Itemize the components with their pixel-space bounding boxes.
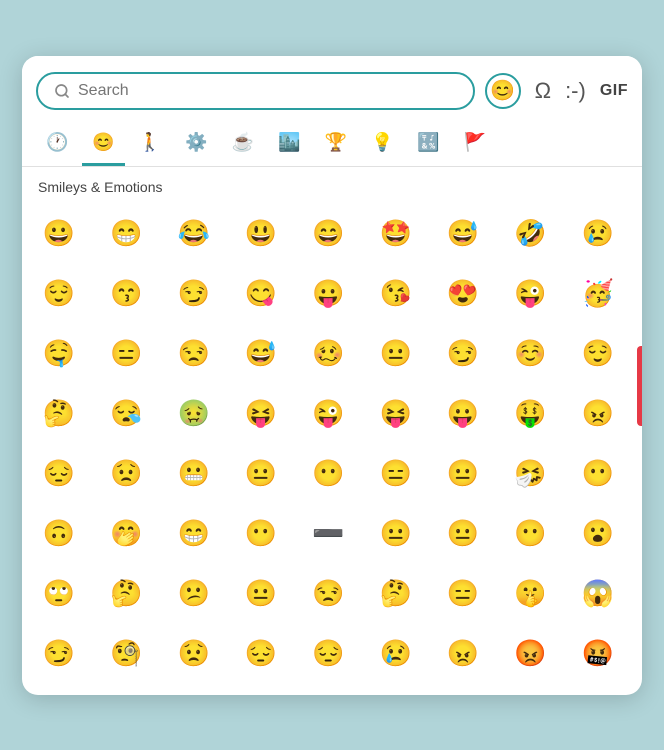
category-tabs: 🕐 😊 🚶 ⚙️ ☕ 🏙️ 🏆 💡 🔣 🚩 — [22, 120, 642, 167]
search-icon — [54, 83, 70, 99]
emoji-cell[interactable]: 😶 — [232, 505, 290, 563]
tab-people[interactable]: 🚶 — [129, 124, 171, 166]
emoji-cell[interactable]: 😔 — [232, 625, 290, 683]
tab-food[interactable]: ☕ — [222, 124, 264, 166]
emoji-cell[interactable]: 😔 — [30, 445, 88, 503]
emoji-cell[interactable]: 😪 — [97, 385, 155, 443]
tab-symbols[interactable]: 💡 — [361, 124, 403, 166]
emoji-cell[interactable]: 🙄 — [30, 565, 88, 623]
tab-objects[interactable]: 🏆 — [315, 124, 357, 166]
emoji-cell[interactable]: 😂 — [165, 205, 223, 263]
emoji-cell[interactable]: 🤧 — [501, 445, 559, 503]
emoji-cell[interactable]: 🙃 — [30, 505, 88, 563]
picker-body: 😀😁😂😃😄🤩😅🤣😢😌😙😏😋😛😘😍😜🥳🤤😑😒😅🥴😐😏☺️😌🤔😪🤢😝😜😝😛🤑😠😔😟😬… — [22, 201, 642, 687]
emoji-cell[interactable]: 😕 — [165, 565, 223, 623]
emoji-cell[interactable]: 😛 — [434, 385, 492, 443]
emoji-cell[interactable]: 🤫 — [501, 565, 559, 623]
tab-activities[interactable]: ⚙️ — [175, 124, 217, 166]
emoji-cell[interactable]: 😐 — [232, 445, 290, 503]
emoji-cell[interactable]: 🤩 — [367, 205, 425, 263]
emoji-cell[interactable]: 😍 — [434, 265, 492, 323]
header-icons: 😊 Ω :-) GIF — [485, 73, 628, 109]
emoji-cell[interactable]: 😒 — [299, 565, 357, 623]
emoji-cell[interactable]: ➖ — [299, 505, 357, 563]
emoji-cell[interactable]: 😶 — [299, 445, 357, 503]
emoji-cell[interactable]: 😐 — [232, 565, 290, 623]
emoji-cell[interactable]: 😐 — [434, 445, 492, 503]
emoji-cell[interactable]: 🥴 — [299, 325, 357, 383]
emoji-cell[interactable]: 🤣 — [501, 205, 559, 263]
emoji-cell[interactable]: 😠 — [569, 385, 627, 443]
emoji-cell[interactable]: 😛 — [299, 265, 357, 323]
emoji-cell[interactable]: 😮 — [569, 505, 627, 563]
emoji-cell[interactable]: 😐 — [367, 325, 425, 383]
emoji-cell[interactable]: 😅 — [232, 325, 290, 383]
emoji-cell[interactable]: 🤑 — [501, 385, 559, 443]
emoji-cell[interactable]: 🤭 — [97, 505, 155, 563]
emoji-cell[interactable]: 😔 — [299, 625, 357, 683]
emoji-cell[interactable]: 🥳 — [569, 265, 627, 323]
header: 😊 Ω :-) GIF — [22, 56, 642, 120]
emoji-cell[interactable]: 😙 — [97, 265, 155, 323]
scroll-indicator — [637, 346, 642, 426]
emoji-cell[interactable]: 😜 — [299, 385, 357, 443]
emoji-cell[interactable]: 😶 — [501, 505, 559, 563]
emoji-cell[interactable]: 😘 — [367, 265, 425, 323]
emoji-face-button[interactable]: 😊 — [485, 73, 521, 109]
tab-smileys[interactable]: 😊 — [82, 124, 124, 166]
emoji-cell[interactable]: 😑 — [434, 565, 492, 623]
section-label: Smileys & Emotions — [22, 167, 642, 201]
emoji-cell[interactable]: 😑 — [97, 325, 155, 383]
search-box[interactable] — [36, 72, 475, 110]
emoji-cell[interactable]: 😁 — [165, 505, 223, 563]
emoji-cell[interactable]: 😡 — [501, 625, 559, 683]
emoji-picker: 😊 Ω :-) GIF 🕐 😊 🚶 ⚙️ ☕ 🏙️ 🏆 💡 🔣 🚩 Smiley… — [22, 56, 642, 695]
emoji-cell[interactable]: 😌 — [30, 265, 88, 323]
emoji-cell[interactable]: 😬 — [165, 445, 223, 503]
emoji-cell[interactable]: 🤔 — [30, 385, 88, 443]
emoji-cell[interactable]: 🤬 — [569, 625, 627, 683]
emoji-cell[interactable]: 🤤 — [30, 325, 88, 383]
emoji-cell[interactable]: 😐 — [367, 505, 425, 563]
emoji-cell[interactable]: ☺️ — [501, 325, 559, 383]
emoji-cell[interactable]: 😏 — [30, 625, 88, 683]
text-smiley-button[interactable]: :-) — [565, 78, 586, 104]
emoji-cell[interactable]: 😜 — [501, 265, 559, 323]
emoji-cell[interactable]: 😢 — [367, 625, 425, 683]
emoji-cell[interactable]: 😠 — [434, 625, 492, 683]
emoji-cell[interactable]: 😅 — [434, 205, 492, 263]
emoji-cell[interactable]: 😁 — [97, 205, 155, 263]
emoji-cell[interactable]: 😏 — [434, 325, 492, 383]
emoji-cell[interactable]: 🤢 — [165, 385, 223, 443]
emoji-cell[interactable]: 🤔 — [97, 565, 155, 623]
omega-button[interactable]: Ω — [535, 78, 551, 104]
emoji-cell[interactable]: 😝 — [232, 385, 290, 443]
emoji-cell[interactable]: 😐 — [434, 505, 492, 563]
emoji-cell[interactable]: 😀 — [30, 205, 88, 263]
emoji-cell[interactable]: 😏 — [165, 265, 223, 323]
emoji-cell[interactable]: 😶 — [569, 445, 627, 503]
emoji-cell[interactable]: 😝 — [367, 385, 425, 443]
emoji-cell[interactable]: 😒 — [165, 325, 223, 383]
emoji-cell[interactable]: 😄 — [299, 205, 357, 263]
emoji-grid: 😀😁😂😃😄🤩😅🤣😢😌😙😏😋😛😘😍😜🥳🤤😑😒😅🥴😐😏☺️😌🤔😪🤢😝😜😝😛🤑😠😔😟😬… — [22, 201, 642, 687]
emoji-cell[interactable]: 😟 — [97, 445, 155, 503]
search-input[interactable] — [78, 82, 457, 100]
tab-flags[interactable]: 🚩 — [454, 124, 496, 166]
emoji-cell[interactable]: 🤔 — [367, 565, 425, 623]
emoji-cell[interactable]: 😱 — [569, 565, 627, 623]
emoji-cell[interactable]: 🧐 — [97, 625, 155, 683]
emoji-cell[interactable]: 😋 — [232, 265, 290, 323]
tab-recent[interactable]: 🕐 — [36, 124, 78, 166]
tab-travel[interactable]: 🏙️ — [268, 124, 310, 166]
gif-button[interactable]: GIF — [600, 82, 628, 100]
emoji-cell[interactable]: 😟 — [165, 625, 223, 683]
tab-symbols2[interactable]: 🔣 — [407, 124, 449, 166]
emoji-cell[interactable]: 😑 — [367, 445, 425, 503]
emoji-cell[interactable]: 😌 — [569, 325, 627, 383]
emoji-cell[interactable]: 😢 — [569, 205, 627, 263]
emoji-cell[interactable]: 😃 — [232, 205, 290, 263]
